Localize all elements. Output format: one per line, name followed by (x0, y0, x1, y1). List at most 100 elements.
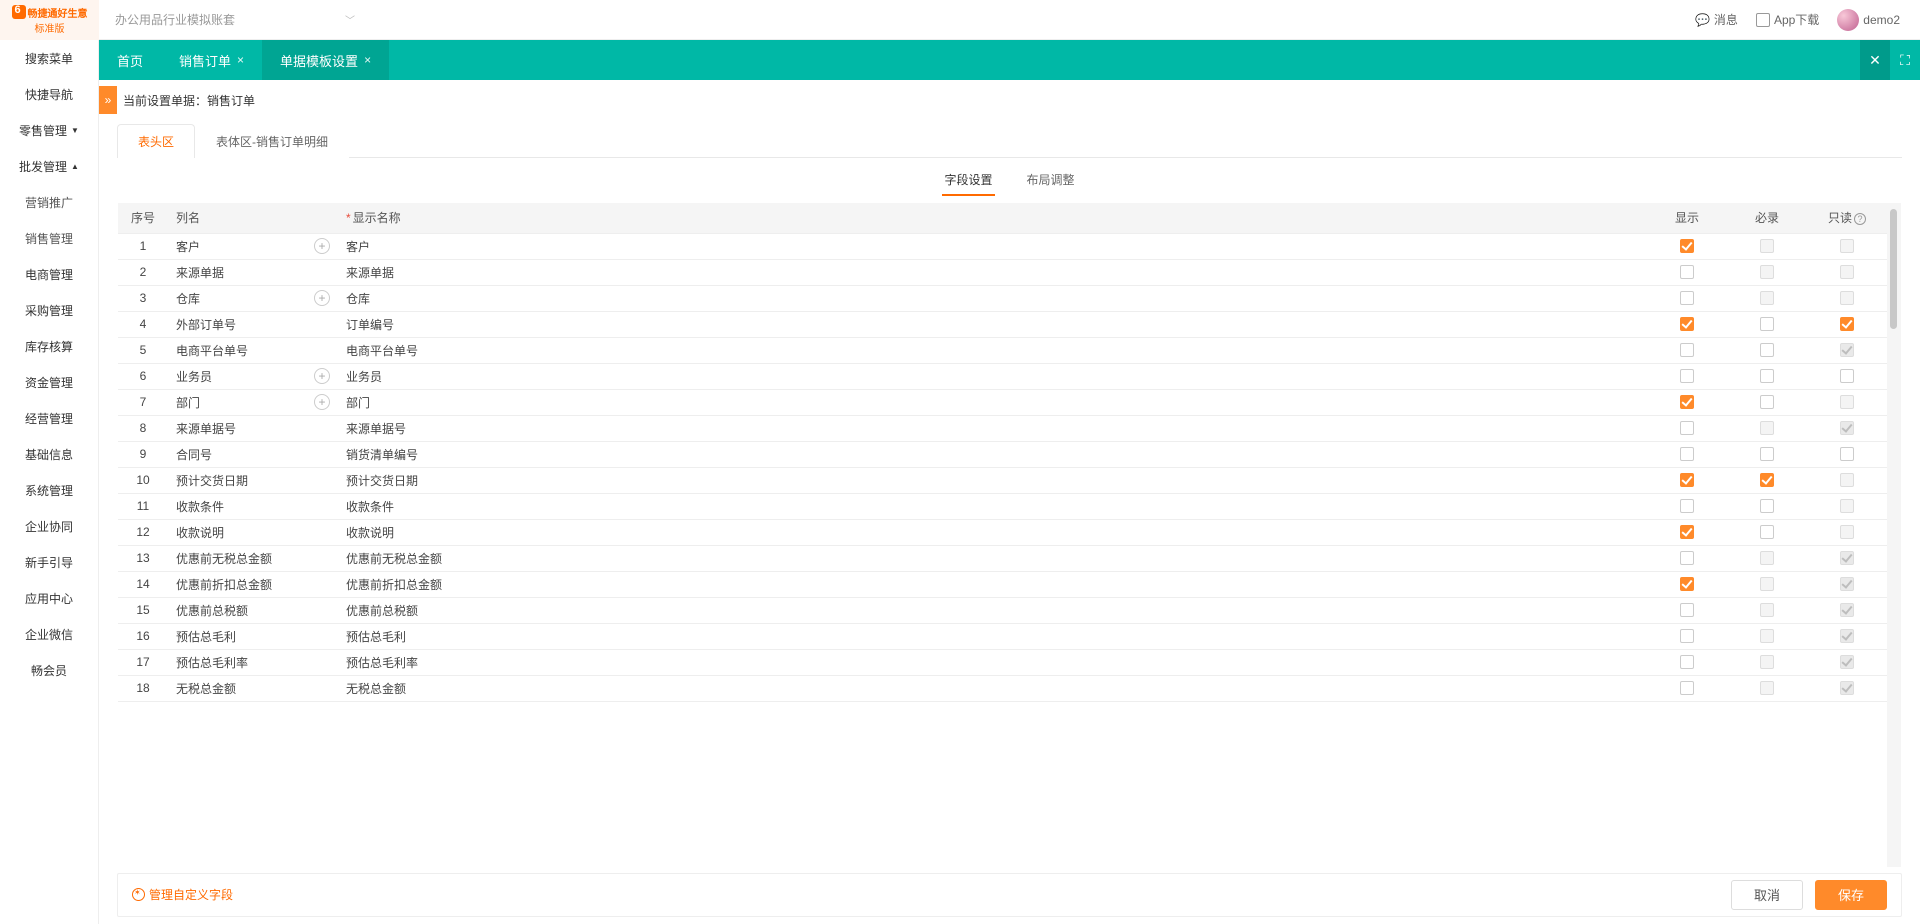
cell-display-name[interactable]: 电商平台单号 (338, 337, 1647, 363)
sidebar-item[interactable]: 资金管理 (0, 364, 98, 400)
checkbox[interactable] (1680, 447, 1694, 461)
checkbox[interactable] (1680, 239, 1694, 253)
cell-display-name[interactable]: 预估总毛利率 (338, 649, 1647, 675)
cell-display-name[interactable]: 预估总毛利 (338, 623, 1647, 649)
cell-display-name[interactable]: 订单编号 (338, 311, 1647, 337)
checkbox[interactable] (1760, 369, 1774, 383)
checkbox[interactable] (1680, 395, 1694, 409)
cell-display-name[interactable]: 收款条件 (338, 493, 1647, 519)
cell-seq: 1 (118, 233, 168, 259)
cell-display-name[interactable]: 优惠前折扣总金额 (338, 571, 1647, 597)
sidebar-item[interactable]: 零售管理▼ (0, 112, 98, 148)
checkbox[interactable] (1760, 317, 1774, 331)
help-icon[interactable]: ? (1854, 213, 1866, 225)
tab-header-area[interactable]: 表头区 (117, 124, 195, 158)
checkbox[interactable] (1760, 499, 1774, 513)
sidebar-item[interactable]: 经营管理 (0, 400, 98, 436)
account-selector[interactable]: 办公用品行业模拟账套 ﹀ (115, 11, 355, 28)
checkbox[interactable] (1680, 525, 1694, 539)
checkbox[interactable] (1680, 655, 1694, 669)
sidebar-item[interactable]: 批发管理▲ (0, 148, 98, 184)
cell-display-name[interactable]: 优惠前总税额 (338, 597, 1647, 623)
tabs-bar: 首页 销售订单× 单据模板设置× ✕ ⛶ (99, 40, 1920, 80)
checkbox[interactable] (1680, 681, 1694, 695)
plus-icon[interactable]: + (314, 290, 330, 306)
sidebar-item[interactable]: 系统管理 (0, 472, 98, 508)
checkbox[interactable] (1840, 369, 1854, 383)
checkbox[interactable] (1680, 577, 1694, 591)
sidebar-item[interactable]: 企业协同 (0, 508, 98, 544)
subtab-field-settings[interactable]: 字段设置 (942, 165, 994, 196)
app-download-button[interactable]: App下载 (1756, 11, 1819, 28)
checkbox[interactable] (1760, 447, 1774, 461)
cell-display-name[interactable]: 预计交货日期 (338, 467, 1647, 493)
checkbox[interactable] (1680, 473, 1694, 487)
sidebar-item[interactable]: 企业微信 (0, 616, 98, 652)
checkbox[interactable] (1680, 499, 1694, 513)
manage-custom-fields-link[interactable]: 管理自定义字段 (132, 886, 233, 903)
checkbox[interactable] (1760, 525, 1774, 539)
checkbox[interactable] (1680, 343, 1694, 357)
sidebar-item[interactable]: 采购管理 (0, 292, 98, 328)
save-button[interactable]: 保存 (1815, 880, 1887, 910)
checkbox[interactable] (1680, 265, 1694, 279)
user-menu[interactable]: demo2 (1837, 9, 1900, 31)
checkbox[interactable] (1680, 291, 1694, 305)
cell-display-name[interactable]: 优惠前无税总金额 (338, 545, 1647, 571)
sidebar-item[interactable]: 营销推广 (0, 184, 98, 220)
sidebar-item[interactable]: 应用中心 (0, 580, 98, 616)
cell-display-name[interactable]: 仓库 (338, 285, 1647, 311)
cell-display-name[interactable]: 业务员 (338, 363, 1647, 389)
tab-sales-order[interactable]: 销售订单× (161, 40, 262, 80)
scrollbar[interactable] (1887, 203, 1901, 867)
banner-collapse-button[interactable]: » (99, 86, 117, 114)
cell-seq: 15 (118, 597, 168, 623)
table-row: 1客户+客户 (118, 233, 1887, 259)
sidebar-item[interactable]: 销售管理 (0, 220, 98, 256)
tab-close-button[interactable]: ✕ (1860, 40, 1890, 80)
checkbox (1840, 525, 1854, 539)
sidebar-item[interactable]: 畅会员 (0, 652, 98, 688)
fullscreen-button[interactable]: ⛶ (1890, 40, 1920, 80)
cell-display-name[interactable]: 部门 (338, 389, 1647, 415)
checkbox[interactable] (1680, 551, 1694, 565)
cell-display-name[interactable]: 客户 (338, 233, 1647, 259)
cancel-button[interactable]: 取消 (1731, 880, 1803, 910)
field-name: 合同号 (176, 448, 212, 462)
close-icon[interactable]: × (237, 53, 244, 67)
scroll-thumb[interactable] (1890, 209, 1897, 329)
sidebar-item[interactable]: 库存核算 (0, 328, 98, 364)
cell-display-name[interactable]: 来源单据号 (338, 415, 1647, 441)
messages-button[interactable]: 💬消息 (1695, 11, 1738, 28)
cell-must (1727, 597, 1807, 623)
cell-display-name[interactable]: 销货清单编号 (338, 441, 1647, 467)
checkbox[interactable] (1680, 603, 1694, 617)
sidebar-item[interactable]: 新手引导 (0, 544, 98, 580)
plus-icon[interactable]: + (314, 394, 330, 410)
checkbox[interactable] (1760, 343, 1774, 357)
checkbox[interactable] (1680, 369, 1694, 383)
subtab-layout[interactable]: 布局调整 (1025, 165, 1077, 196)
checkbox[interactable] (1840, 447, 1854, 461)
checkbox (1760, 421, 1774, 435)
tab-home[interactable]: 首页 (99, 40, 161, 80)
checkbox[interactable] (1680, 317, 1694, 331)
cell-display-name[interactable]: 收款说明 (338, 519, 1647, 545)
sidebar-item[interactable]: 快捷导航 (0, 76, 98, 112)
plus-icon[interactable]: + (314, 238, 330, 254)
checkbox[interactable] (1680, 421, 1694, 435)
col-disp-label: 显示名称 (353, 211, 401, 225)
sidebar-item[interactable]: 搜索菜单 (0, 40, 98, 76)
plus-icon[interactable]: + (314, 368, 330, 384)
tab-body-area[interactable]: 表体区-销售订单明细 (195, 124, 349, 158)
close-icon[interactable]: × (364, 53, 371, 67)
checkbox[interactable] (1760, 473, 1774, 487)
sidebar-item[interactable]: 电商管理 (0, 256, 98, 292)
checkbox[interactable] (1760, 395, 1774, 409)
sidebar-item[interactable]: 基础信息 (0, 436, 98, 472)
tab-template-settings[interactable]: 单据模板设置× (262, 40, 389, 80)
checkbox[interactable] (1840, 317, 1854, 331)
checkbox[interactable] (1680, 629, 1694, 643)
cell-display-name[interactable]: 来源单据 (338, 259, 1647, 285)
cell-display-name[interactable]: 无税总金额 (338, 675, 1647, 701)
